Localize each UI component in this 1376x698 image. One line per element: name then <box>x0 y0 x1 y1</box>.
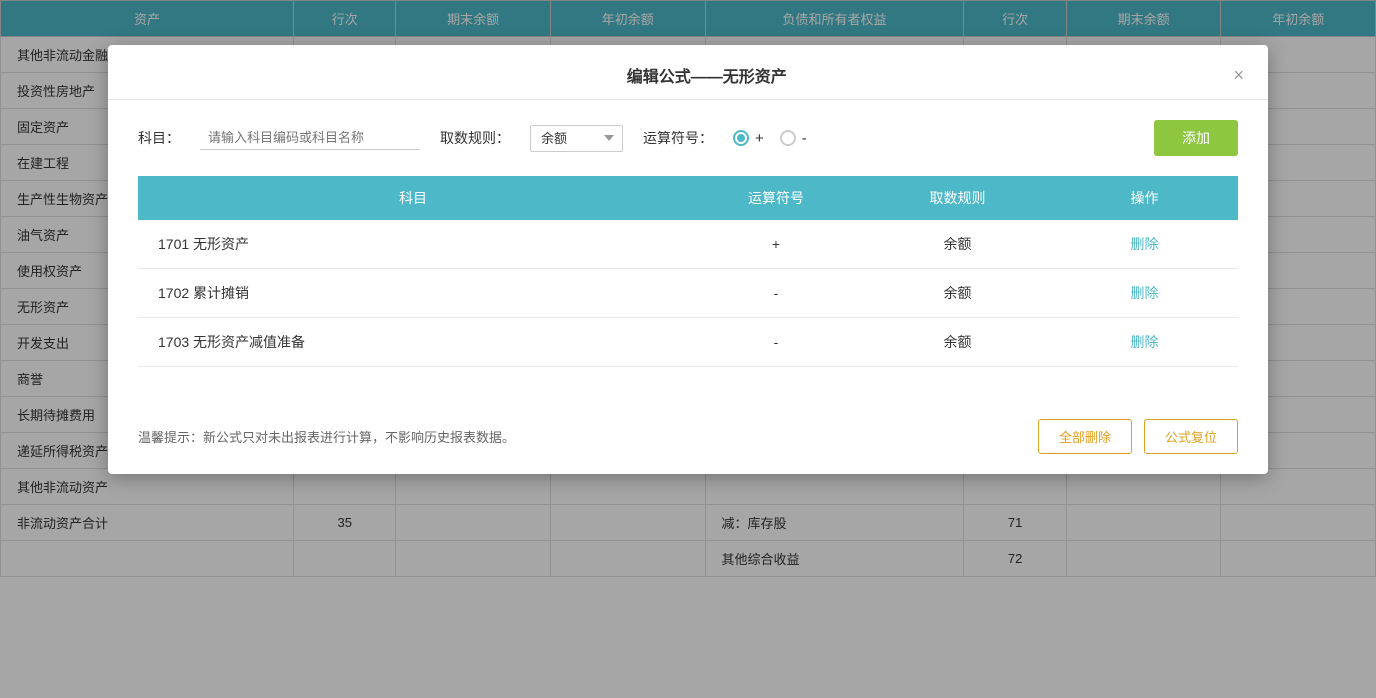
rule-select[interactable]: 余额 借方 贷方 借方累计 贷方累计 <box>530 125 623 152</box>
footer-buttons: 全部删除 公式复位 <box>1038 419 1238 454</box>
cell-rule: 余额 <box>864 220 1051 269</box>
cell-action[interactable]: 删除 <box>1051 269 1238 318</box>
form-row: 科目： 取数规则： 余额 借方 贷方 借方累计 贷方累计 运算符号： <box>138 120 1238 156</box>
table-header-subject: 科目 <box>138 176 688 220</box>
cell-rule: 余额 <box>864 269 1051 318</box>
radio-minus[interactable]: - <box>780 130 807 147</box>
cell-action[interactable]: 删除 <box>1051 318 1238 367</box>
table-header-action: 操作 <box>1051 176 1238 220</box>
radio-plus[interactable]: + <box>733 130 764 147</box>
add-button[interactable]: 添加 <box>1154 120 1238 156</box>
radio-plus-label: + <box>755 130 764 147</box>
operator-radio-group: + - <box>733 130 807 147</box>
cell-operator: + <box>688 220 864 269</box>
cell-subject: 1701 无形资产 <box>138 220 688 269</box>
rule-label: 取数规则： <box>440 128 510 148</box>
modal-title: 编辑公式——无形资产 <box>180 63 1233 87</box>
formula-table: 科目 运算符号 取数规则 操作 1701 无形资产+余额删除1702 累计摊销-… <box>138 176 1238 367</box>
cell-subject: 1702 累计摊销 <box>138 269 688 318</box>
close-button[interactable]: × <box>1233 66 1244 84</box>
subject-input[interactable] <box>200 126 420 150</box>
subject-label: 科目： <box>138 128 180 148</box>
rule-select-wrapper: 余额 借方 贷方 借方累计 贷方累计 <box>530 125 623 152</box>
modal-overlay: 编辑公式——无形资产 × 科目： 取数规则： 余额 借方 贷方 借方累计 贷方累… <box>0 0 1376 698</box>
footer-tip: 温馨提示：新公式只对未出报表进行计算，不影响历史报表数据。 <box>138 427 515 446</box>
modal-header: 编辑公式——无形资产 × <box>108 45 1268 100</box>
table-header-operator: 运算符号 <box>688 176 864 220</box>
delete-all-button[interactable]: 全部删除 <box>1038 419 1132 454</box>
table-row: 1701 无形资产+余额 删除 <box>138 220 1238 269</box>
table-header-rule: 取数规则 <box>864 176 1051 220</box>
reset-button[interactable]: 公式复位 <box>1144 419 1238 454</box>
cell-operator: - <box>688 318 864 367</box>
table-row: 1702 累计摊销-余额 删除 <box>138 269 1238 318</box>
radio-plus-circle <box>733 130 749 146</box>
cell-subject: 1703 无形资产减值准备 <box>138 318 688 367</box>
delete-link[interactable]: 删除 <box>1131 236 1159 252</box>
modal-body: 科目： 取数规则： 余额 借方 贷方 借方累计 贷方累计 运算符号： <box>108 100 1268 407</box>
delete-link[interactable]: 删除 <box>1131 285 1159 301</box>
delete-link[interactable]: 删除 <box>1131 334 1159 350</box>
modal-footer: 温馨提示：新公式只对未出报表进行计算，不影响历史报表数据。 全部删除 公式复位 <box>108 407 1268 474</box>
radio-minus-circle <box>780 130 796 146</box>
modal-dialog: 编辑公式——无形资产 × 科目： 取数规则： 余额 借方 贷方 借方累计 贷方累… <box>108 45 1268 474</box>
radio-minus-label: - <box>802 130 807 147</box>
operator-label: 运算符号： <box>643 128 713 148</box>
cell-action[interactable]: 删除 <box>1051 220 1238 269</box>
table-row: 1703 无形资产减值准备-余额 删除 <box>138 318 1238 367</box>
cell-rule: 余额 <box>864 318 1051 367</box>
cell-operator: - <box>688 269 864 318</box>
